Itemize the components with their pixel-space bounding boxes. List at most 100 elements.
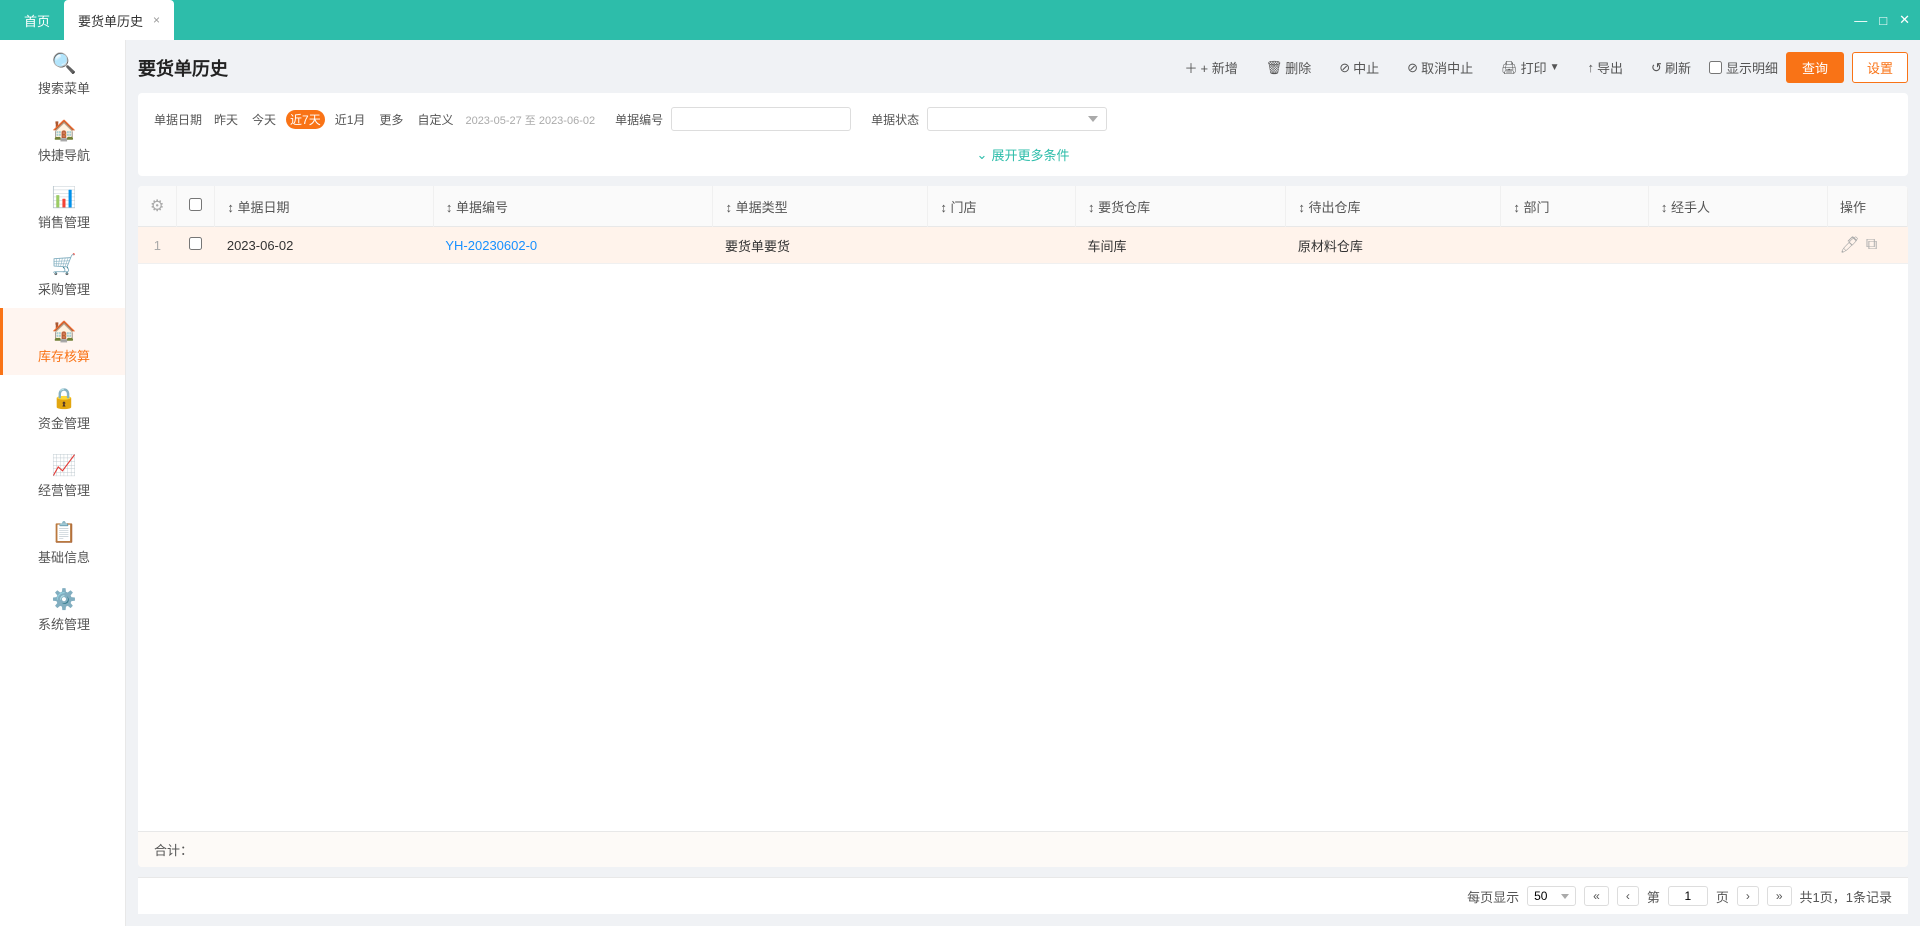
- sidebar-item-inventory[interactable]: 🏠 库存核算: [0, 308, 125, 375]
- date-filter-label: 单据日期: [154, 111, 202, 128]
- col-doc-type-label: ↕ 单据类型: [725, 200, 787, 215]
- stop-label: 中止: [1353, 58, 1379, 77]
- shortcut-1month[interactable]: 近1月: [331, 110, 370, 129]
- search-menu-icon: 🔍: [52, 54, 77, 74]
- system-icon: ⚙️: [52, 590, 77, 610]
- query-button[interactable]: 查询: [1786, 52, 1844, 83]
- cancel-stop-icon: ⊘: [1407, 60, 1418, 76]
- shortcut-custom[interactable]: 自定义: [413, 110, 457, 129]
- basic-info-icon: 📋: [52, 523, 77, 543]
- last-page-button[interactable]: »: [1767, 886, 1792, 906]
- row-checkbox[interactable]: [189, 237, 202, 250]
- edit-action-icon[interactable]: 🖊: [1840, 235, 1860, 255]
- delete-button[interactable]: 🗑 删除: [1256, 53, 1322, 82]
- docstatus-filter-label: 单据状态: [871, 111, 919, 128]
- display-detail-toggle[interactable]: 显示明细: [1709, 58, 1778, 77]
- operation-icon: 📈: [52, 456, 77, 476]
- home-tab[interactable]: 首页: [10, 0, 64, 40]
- col-settings[interactable]: ⚙: [138, 186, 177, 227]
- finance-icon: 🔒: [52, 389, 77, 409]
- maximize-icon[interactable]: □: [1879, 13, 1887, 28]
- query-label: 查询: [1802, 58, 1828, 77]
- sidebar-item-label-basic-info: 基础信息: [38, 547, 90, 566]
- summary-label: 合计：: [154, 843, 193, 858]
- settings-button[interactable]: 设置: [1852, 52, 1908, 83]
- col-store: ↕ 门店: [928, 186, 1076, 227]
- row-doc-no: YH-20230602-0: [433, 227, 713, 264]
- active-tab[interactable]: 要货单历史 ×: [64, 0, 174, 40]
- sales-icon: 📊: [52, 188, 77, 208]
- close-tab-icon[interactable]: ×: [153, 13, 160, 27]
- print-icon: 🖨: [1501, 60, 1518, 76]
- docstatus-filter-group: 单据状态: [871, 107, 1107, 131]
- minimize-icon[interactable]: —: [1854, 13, 1867, 28]
- export-button[interactable]: ↑ 导出: [1578, 53, 1634, 82]
- new-button[interactable]: ＋ + 新增: [1174, 53, 1247, 82]
- expand-more-icon: ⌄: [977, 147, 988, 163]
- sidebar-item-operation[interactable]: 📈 经营管理: [0, 442, 125, 509]
- copy-action-icon[interactable]: ⧉: [1866, 236, 1877, 254]
- main-layout: 🔍 搜索菜单 🏠 快捷导航 📊 销售管理 🛒 采购管理 🏠 库存核算 🔒 资金管…: [0, 40, 1920, 926]
- date-filter-group: 单据日期 昨天 今天 近7天 近1月 更多 自定义 2023-05-27 至 2…: [154, 110, 595, 129]
- col-department-label: ↕ 部门: [1513, 200, 1549, 215]
- sidebar-item-quick-nav[interactable]: 🏠 快捷导航: [0, 107, 125, 174]
- docno-filter-input[interactable]: [671, 107, 851, 131]
- display-detail-checkbox[interactable]: [1709, 61, 1722, 74]
- col-doc-no-label: ↕ 单据编号: [446, 200, 508, 215]
- close-window-icon[interactable]: ✕: [1899, 12, 1910, 28]
- shortcut-yesterday[interactable]: 昨天: [210, 110, 242, 129]
- page-input[interactable]: [1668, 886, 1708, 906]
- print-label: 打印: [1521, 58, 1547, 77]
- col-doc-date: ↕ 单据日期: [215, 186, 434, 227]
- col-doc-no: ↕ 单据编号: [433, 186, 713, 227]
- stop-button[interactable]: ⊘ 中止: [1329, 53, 1389, 82]
- data-table: ⚙ ↕ 单据日期 ↕ 单据编号 ↕ 单据类型: [138, 186, 1908, 264]
- row-checkbox-cell: [177, 227, 215, 264]
- expand-more-label: 展开更多条件: [991, 145, 1069, 164]
- page-label-pre: 第: [1647, 887, 1660, 906]
- prev-page-button[interactable]: ‹: [1617, 886, 1639, 906]
- expand-more-btn[interactable]: ⌄ 展开更多条件: [154, 141, 1892, 168]
- col-settings-icon[interactable]: ⚙: [150, 198, 164, 215]
- sidebar-item-label-operation: 经营管理: [38, 480, 90, 499]
- window-controls: — □ ✕: [1854, 12, 1910, 28]
- sidebar-item-finance[interactable]: 🔒 资金管理: [0, 375, 125, 442]
- inventory-icon: 🏠: [52, 322, 77, 342]
- select-all-checkbox[interactable]: [189, 198, 202, 211]
- table-header-row: ⚙ ↕ 单据日期 ↕ 单据编号 ↕ 单据类型: [138, 186, 1908, 227]
- page-title: 要货单历史: [138, 55, 228, 81]
- row-doc-no-link[interactable]: YH-20230602-0: [445, 238, 537, 253]
- print-button[interactable]: 🖨 打印 ▼: [1491, 53, 1569, 82]
- col-store-label: ↕ 门店: [940, 200, 976, 215]
- active-tab-label: 要货单历史: [78, 11, 143, 30]
- row-handler: [1648, 227, 1827, 264]
- row-store: [928, 227, 1076, 264]
- refresh-button[interactable]: ↺ 刷新: [1641, 53, 1701, 82]
- date-shortcuts: 昨天 今天 近7天 近1月 更多 自定义: [210, 110, 457, 129]
- col-checkbox: [177, 186, 215, 227]
- col-doc-type: ↕ 单据类型: [713, 186, 928, 227]
- sidebar-item-sales[interactable]: 📊 销售管理: [0, 174, 125, 241]
- docstatus-filter-select[interactable]: [927, 107, 1107, 131]
- shortcut-7days[interactable]: 近7天: [286, 110, 325, 129]
- col-pending-warehouse-label: ↕ 待出仓库: [1298, 200, 1360, 215]
- shortcut-today[interactable]: 今天: [248, 110, 280, 129]
- action-icons: 🖊 ⧉: [1840, 235, 1896, 255]
- per-page-select[interactable]: 50 20 100 200: [1527, 886, 1576, 906]
- purchase-icon: 🛒: [52, 255, 77, 275]
- shortcut-more[interactable]: 更多: [375, 110, 407, 129]
- total-info: 共1页，1条记录: [1800, 887, 1892, 906]
- delete-icon: 🗑: [1266, 60, 1283, 76]
- col-handler-label: ↕ 经手人: [1661, 200, 1710, 215]
- sidebar-item-purchase[interactable]: 🛒 采购管理: [0, 241, 125, 308]
- first-page-button[interactable]: «: [1584, 886, 1609, 906]
- sidebar-item-search-menu[interactable]: 🔍 搜索菜单: [0, 40, 125, 107]
- table-footer-summary: 合计：: [138, 831, 1908, 867]
- sidebar-item-system[interactable]: ⚙️ 系统管理: [0, 576, 125, 643]
- sidebar-item-label-finance: 资金管理: [38, 413, 90, 432]
- next-page-button[interactable]: ›: [1737, 886, 1759, 906]
- sidebar-item-basic-info[interactable]: 📋 基础信息: [0, 509, 125, 576]
- home-tab-label: 首页: [24, 11, 50, 30]
- cancel-stop-button[interactable]: ⊘ 取消中止: [1397, 53, 1483, 82]
- docno-filter-label: 单据编号: [615, 111, 663, 128]
